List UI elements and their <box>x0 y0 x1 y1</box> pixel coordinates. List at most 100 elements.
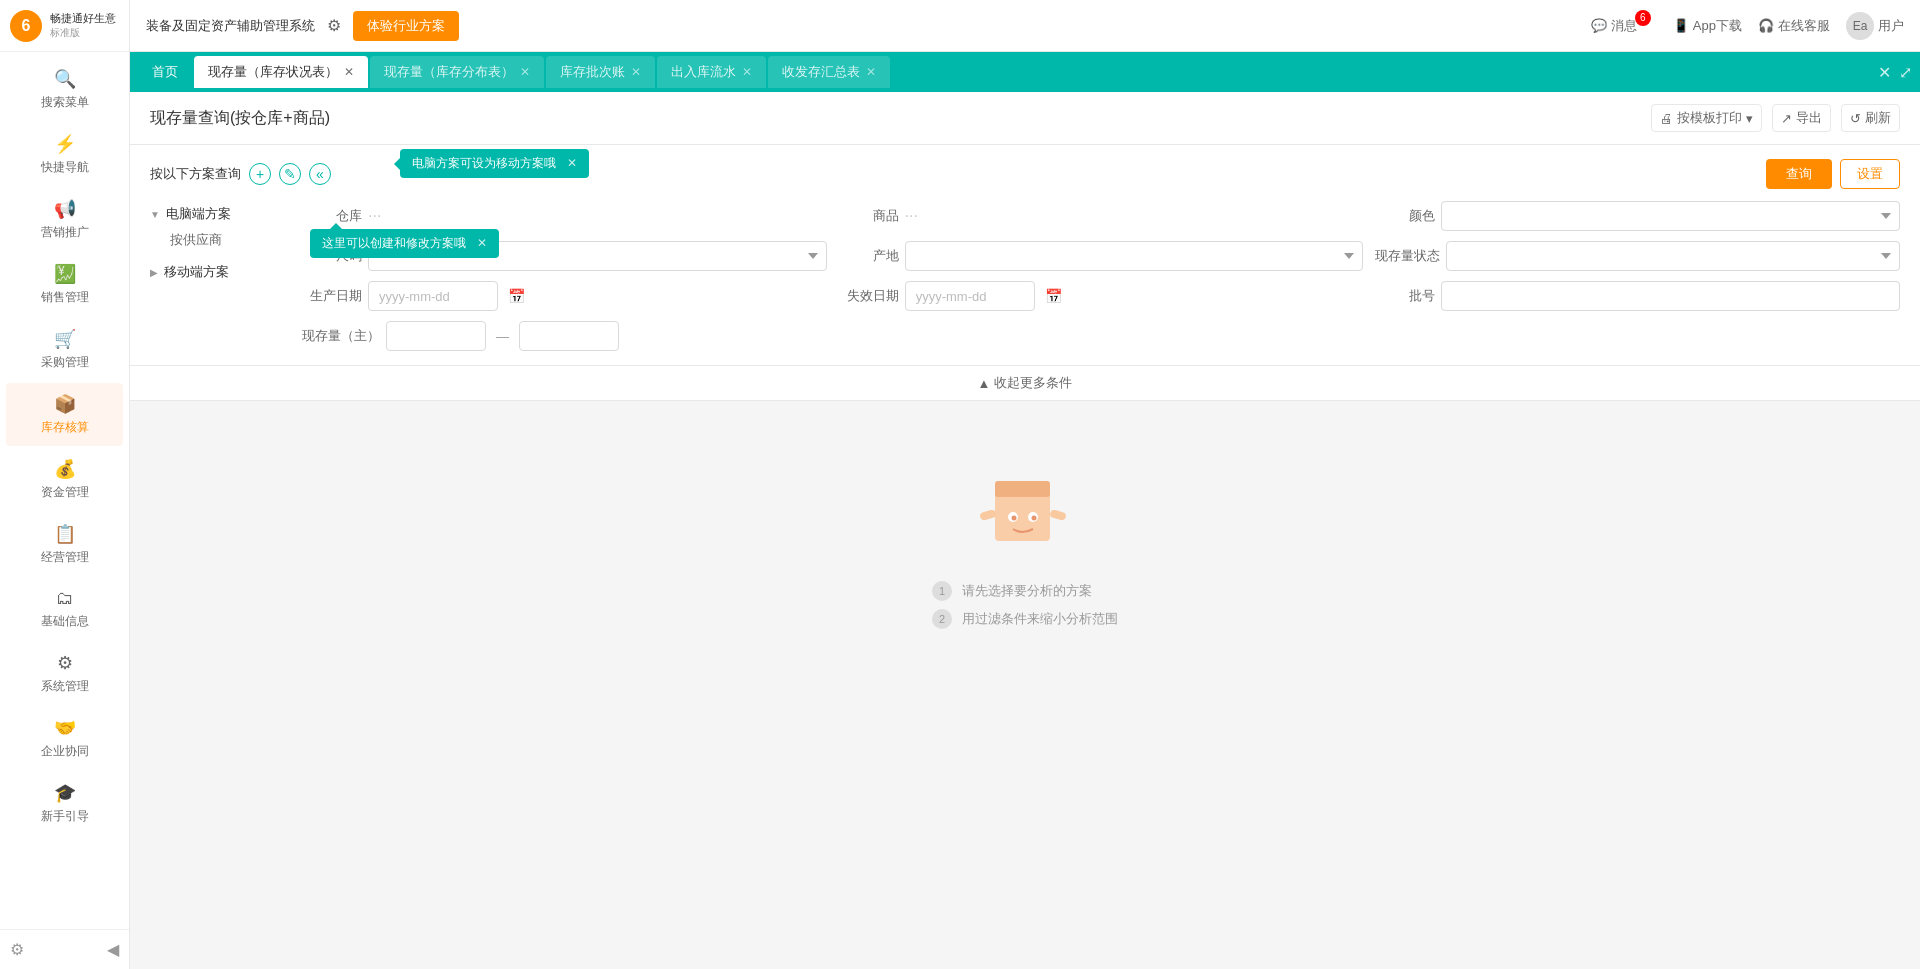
scheme-item-supplier[interactable]: 按供应商 <box>150 227 290 253</box>
export-button[interactable]: ↗ 导出 <box>1772 104 1831 132</box>
tooltip-edit-text: 这里可以创建和修改方案哦 <box>322 236 466 250</box>
tab-inventory-status[interactable]: 现存量（库存状况表） ✕ <box>194 56 368 88</box>
search-icon: 🔍 <box>54 68 76 90</box>
filter-warehouse: 仓库 ··· <box>302 207 827 225</box>
tooltip-add-close[interactable]: ✕ <box>567 156 577 170</box>
topbar-right: 💬 消息 6 📱 App下载 🎧 在线客服 Ea 用户 <box>1591 12 1904 40</box>
stock-status-select[interactable] <box>1446 241 1900 271</box>
tab-close-icon[interactable]: ✕ <box>866 65 876 79</box>
step-text-2: 用过滤条件来缩小分析范围 <box>962 610 1118 628</box>
scheme-group-desktop-header[interactable]: ▼ 电脑端方案 <box>150 201 290 227</box>
tooltip-add-text: 电脑方案可设为移动方案哦 <box>412 156 556 170</box>
print-icon: 🖨 <box>1660 111 1673 126</box>
collapse-label: 收起更多条件 <box>994 374 1072 392</box>
trial-button[interactable]: 体验行业方案 <box>353 11 459 41</box>
edit-scheme-button[interactable]: ✎ <box>279 163 301 185</box>
sidebar-item-system[interactable]: ⚙ 系统管理 <box>6 642 123 705</box>
sidebar-item-sales[interactable]: 💹 销售管理 <box>6 253 123 316</box>
scheme-group-desktop: ▼ 电脑端方案 按供应商 <box>150 201 290 253</box>
inventory-icon: 📦 <box>54 393 76 415</box>
sidebar-item-guide[interactable]: 🎓 新手引导 <box>6 772 123 835</box>
sidebar-footer: ⚙ ◀ <box>0 929 129 969</box>
collapse-bar[interactable]: ▲ 收起更多条件 <box>130 366 1920 401</box>
sidebar-item-search[interactable]: 🔍 搜索菜单 <box>6 58 123 121</box>
sidebar-item-basic[interactable]: 🗂 基础信息 <box>6 578 123 640</box>
arrow-icon: ▼ <box>150 209 160 220</box>
sidebar-nav: 🔍 搜索菜单 ⚡ 快捷导航 📢 营销推广 💹 销售管理 🛒 采购管理 📦 库存核… <box>0 52 129 929</box>
tab-inout-flow[interactable]: 出入库流水 ✕ <box>657 56 766 88</box>
tab-close-icon[interactable]: ✕ <box>344 65 354 79</box>
scheme-list-panel: ▼ 电脑端方案 按供应商 ▶ 移动端方案 <box>150 201 290 351</box>
origin-select[interactable] <box>905 241 1364 271</box>
support-label: 在线客服 <box>1778 17 1830 35</box>
tab-close-icon[interactable]: ✕ <box>631 65 641 79</box>
tabs-bar: 首页 现存量（库存状况表） ✕ 现存量（库存分布表） ✕ 库存批次账 ✕ 出入库… <box>130 52 1920 92</box>
filter-goods: 商品 ··· <box>839 207 1364 225</box>
settings-footer-button[interactable]: ⚙ <box>10 940 24 959</box>
sidebar-item-quick[interactable]: ⚡ 快捷导航 <box>6 123 123 186</box>
topbar-gear-icon[interactable]: ⚙ <box>327 16 341 35</box>
sidebar-item-label: 基础信息 <box>41 613 89 630</box>
filter-color: 颜色 <box>1375 201 1900 231</box>
produce-date-input[interactable] <box>368 281 498 311</box>
message-item[interactable]: 💬 消息 6 <box>1591 17 1657 35</box>
sidebar-item-operations[interactable]: 📋 经营管理 <box>6 513 123 576</box>
scheme-item-label: 按供应商 <box>170 232 222 247</box>
tab-close-icon[interactable]: ✕ <box>520 65 530 79</box>
sidebar-item-finance[interactable]: 💰 资金管理 <box>6 448 123 511</box>
support-item[interactable]: 🎧 在线客服 <box>1758 17 1830 35</box>
sidebar-item-marketing[interactable]: 📢 营销推广 <box>6 188 123 251</box>
nav-scheme-button[interactable]: « <box>309 163 331 185</box>
color-select[interactable] <box>1441 201 1900 231</box>
empty-steps: 1 请先选择要分析的方案 2 用过滤条件来缩小分析范围 <box>932 581 1118 629</box>
print-button[interactable]: 🖨 按模板打印 ▾ <box>1651 104 1762 132</box>
tab-home[interactable]: 首页 <box>138 56 192 88</box>
goods-label: 商品 <box>839 207 899 225</box>
tab-label: 现存量（库存状况表） <box>208 63 338 81</box>
tooltip-add: 电脑方案可设为移动方案哦 ✕ <box>400 149 589 178</box>
filter-produce-date: 生产日期 📅 <box>302 281 827 311</box>
scheme-list: ▼ 电脑端方案 按供应商 ▶ 移动端方案 <box>150 201 290 285</box>
refresh-button[interactable]: ↺ 刷新 <box>1841 104 1900 132</box>
user-label: 用户 <box>1878 17 1904 35</box>
close-all-tabs-button[interactable]: ✕ <box>1878 63 1891 82</box>
sidebar-item-purchase[interactable]: 🛒 采购管理 <box>6 318 123 381</box>
tab-recv-summary[interactable]: 收发存汇总表 ✕ <box>768 56 890 88</box>
sidebar: 6 畅捷通好生意 标准版 🔍 搜索菜单 ⚡ 快捷导航 📢 营销推广 💹 销售管理… <box>0 0 130 969</box>
produce-date-calendar-icon[interactable]: 📅 <box>508 288 525 304</box>
page-actions: 🖨 按模板打印 ▾ ↗ 导出 ↺ 刷新 <box>1651 104 1900 132</box>
expire-date-calendar-icon[interactable]: 📅 <box>1045 288 1062 304</box>
filter-area: 按以下方案查询 + ✎ « 电脑方案可设为移动方案哦 ✕ 查询 设置 <box>130 145 1920 366</box>
tooltip-edit-close[interactable]: ✕ <box>477 236 487 250</box>
expire-date-input[interactable] <box>905 281 1035 311</box>
tab-close-icon[interactable]: ✕ <box>742 65 752 79</box>
print-label: 按模板打印 <box>1677 109 1742 127</box>
add-scheme-button[interactable]: + <box>249 163 271 185</box>
batch-no-input[interactable] <box>1441 281 1900 311</box>
collapse-sidebar-button[interactable]: ◀ <box>107 940 119 959</box>
maximize-button[interactable]: ⤢ <box>1899 63 1912 82</box>
headset-icon: 🎧 <box>1758 18 1774 33</box>
filter-stock-qty: 现存量（主） — <box>302 321 1900 351</box>
user-avatar: Ea <box>1846 12 1874 40</box>
search-button[interactable]: 查询 <box>1766 159 1832 189</box>
tab-batch-account[interactable]: 库存批次账 ✕ <box>546 56 655 88</box>
stock-qty-to-input[interactable] <box>519 321 619 351</box>
sidebar-item-label: 系统管理 <box>41 678 89 695</box>
setting-button[interactable]: 设置 <box>1840 159 1900 189</box>
finance-icon: 💰 <box>54 458 76 480</box>
filter-row-2: 尺码 产地 现存量状态 <box>302 241 1900 271</box>
quick-icon: ⚡ <box>54 133 76 155</box>
content-area: 现存量查询(按仓库+商品) 🖨 按模板打印 ▾ ↗ 导出 ↺ 刷新 <box>130 92 1920 969</box>
svg-rect-6 <box>979 509 997 521</box>
app-download-item[interactable]: 📱 App下载 <box>1673 17 1742 35</box>
batch-no-label: 批号 <box>1375 287 1435 305</box>
user-item[interactable]: Ea 用户 <box>1846 12 1904 40</box>
svg-rect-7 <box>1049 509 1067 521</box>
arrow-icon: ▶ <box>150 267 158 278</box>
sidebar-item-inventory[interactable]: 📦 库存核算 <box>6 383 123 446</box>
tab-inventory-dist[interactable]: 现存量（库存分布表） ✕ <box>370 56 544 88</box>
stock-qty-from-input[interactable] <box>386 321 486 351</box>
sidebar-item-enterprise[interactable]: 🤝 企业协同 <box>6 707 123 770</box>
scheme-group-mobile-header[interactable]: ▶ 移动端方案 <box>150 259 290 285</box>
